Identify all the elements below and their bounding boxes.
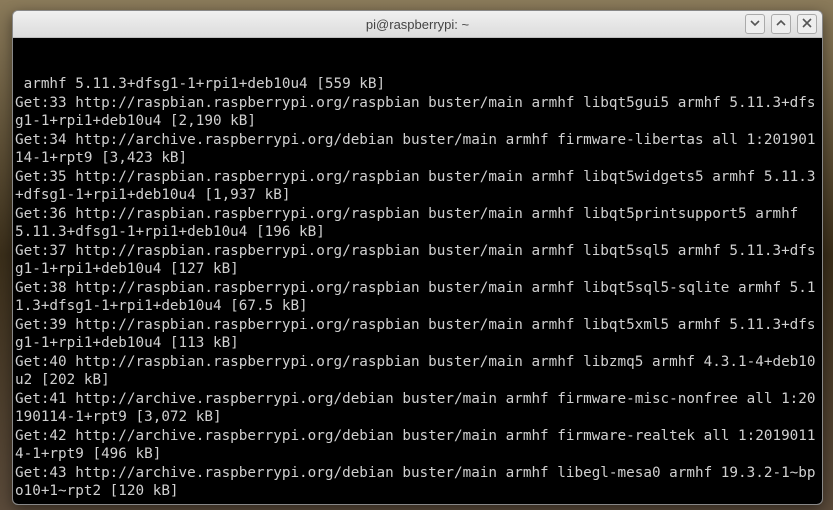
chevron-down-icon bbox=[750, 18, 760, 31]
terminal-output[interactable]: armhf 5.11.3+dfsg1-1+rpi1+deb10u4 [559 k… bbox=[13, 38, 822, 504]
close-button[interactable] bbox=[797, 14, 817, 34]
maximize-button[interactable] bbox=[771, 14, 791, 34]
close-icon bbox=[802, 18, 812, 31]
minimize-button[interactable] bbox=[745, 14, 765, 34]
window-title: pi@raspberrypi: ~ bbox=[13, 17, 822, 32]
terminal-lines: armhf 5.11.3+dfsg1-1+rpi1+deb10u4 [559 k… bbox=[15, 75, 820, 501]
terminal-window: pi@raspberrypi: ~ armhf 5.11.3+dfsg1-1+r… bbox=[12, 10, 823, 505]
window-controls bbox=[745, 14, 817, 34]
chevron-up-icon bbox=[776, 18, 786, 31]
titlebar[interactable]: pi@raspberrypi: ~ bbox=[13, 11, 822, 38]
